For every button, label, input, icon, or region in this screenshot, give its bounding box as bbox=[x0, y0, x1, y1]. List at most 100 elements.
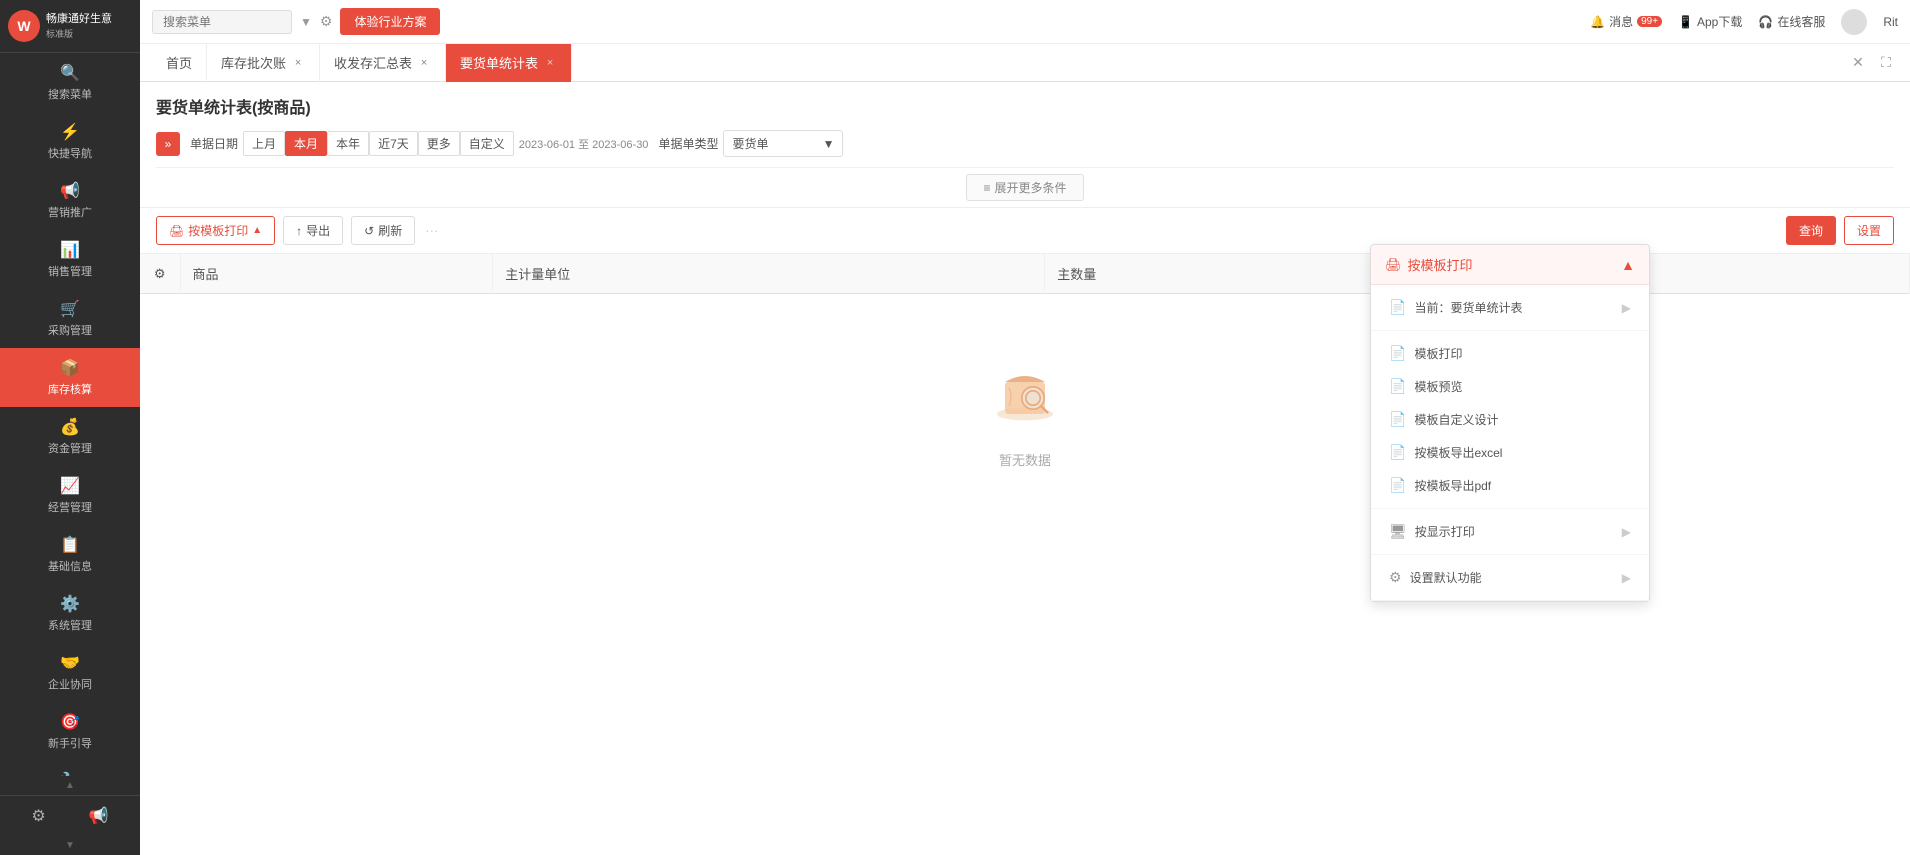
basic-icon: 📋 bbox=[60, 535, 80, 555]
print-item-label-template-print: 模板打印 bbox=[1414, 345, 1462, 362]
topbar-gear-icon[interactable]: ⚙ bbox=[320, 13, 333, 30]
date-filter-group: 单据日期 上月本月本年近7天更多自定义 2023-06-01 至 2023-06… bbox=[190, 131, 648, 156]
tab-close-order-stat[interactable]: × bbox=[543, 56, 557, 70]
current-template-item[interactable]: 📄 当前：要货单统计表 ▶ bbox=[1371, 291, 1649, 324]
sidebar-label-search: 搜索菜单 bbox=[48, 86, 92, 102]
app-download-item[interactable]: 📱 App下载 bbox=[1678, 13, 1742, 30]
sidebar-item-operation[interactable]: 📈经营管理 bbox=[0, 466, 140, 525]
date-btn-近7天[interactable]: 近7天 bbox=[369, 131, 418, 156]
date-btn-上月[interactable]: 上月 bbox=[243, 131, 285, 156]
arrow-right-icon: ▶ bbox=[1622, 525, 1631, 539]
print-menu-item-template-custom[interactable]: 📄模板自定义设计 bbox=[1371, 403, 1649, 436]
sidebar-item-finance[interactable]: 💰资金管理 bbox=[0, 407, 140, 466]
print-dropdown: 🖨 按模板打印 ▲ 📄 当前：要货单统计表 ▶ 📄模板打印📄模板预览📄模板自定义… bbox=[1370, 244, 1650, 602]
eye-icon: 📄 bbox=[1389, 378, 1406, 395]
set-default-item[interactable]: ⚙ 设置默认功能 ▶ bbox=[1371, 561, 1649, 594]
expand-window-btn[interactable]: ⛶ bbox=[1874, 51, 1898, 75]
sidebar-nav: 🔍搜索菜单⚡快捷导航 📢 营销推广 📊销售管理 🛒 采购管理 📦库存核算💰资金管理📈经营管理… bbox=[0, 53, 140, 776]
phone-icon: 📱 bbox=[1678, 15, 1693, 29]
tab-summary[interactable]: 收发存汇总表× bbox=[320, 44, 446, 82]
sidebar-label-sales: 销售管理 bbox=[48, 263, 92, 279]
scroll-down-arrow[interactable]: ▼ bbox=[65, 840, 75, 851]
print-dropdown-title-text: 按模板打印 bbox=[1408, 255, 1473, 274]
sidebar-item-system[interactable]: ⚙️系统管理 bbox=[0, 584, 140, 643]
topbar-right: 🔔 消息 99+ 📱 App下载 🎧 在线客服 Rit bbox=[1590, 9, 1898, 35]
display-print-item[interactable]: 🖥 按显示打印 ▶ bbox=[1371, 515, 1649, 548]
filter-bar: » 单据日期 上月本月本年近7天更多自定义 2023-06-01 至 2023-… bbox=[156, 130, 1894, 167]
sidebar-item-basic[interactable]: 📋 基础信息 bbox=[0, 525, 140, 584]
search-input[interactable] bbox=[152, 10, 292, 34]
expand-icon: ≡ bbox=[983, 181, 990, 195]
settings-btn[interactable]: 设置 bbox=[1844, 216, 1894, 245]
industry-btn[interactable]: 体验行业方案 bbox=[340, 8, 440, 35]
avatar[interactable] bbox=[1841, 9, 1867, 35]
refresh-btn[interactable]: ↺ 刷新 bbox=[351, 216, 415, 245]
print-dropdown-close-icon[interactable]: ▲ bbox=[1621, 257, 1635, 273]
sidebar-item-marketing-promo[interactable]: 📢 营销推广 bbox=[0, 171, 140, 230]
sidebar-item-inventory[interactable]: 📦库存核算 bbox=[0, 348, 140, 407]
date-btn-更多[interactable]: 更多 bbox=[418, 131, 460, 156]
close-window-btn[interactable]: ✕ bbox=[1846, 51, 1870, 75]
gear2-icon: ⚙ bbox=[1389, 569, 1402, 586]
sidebar-label-basic: 基础信息 bbox=[48, 558, 92, 574]
empty-icon bbox=[985, 354, 1065, 434]
sidebar-item-shortcut[interactable]: ⚡快捷导航 bbox=[0, 112, 140, 171]
online-service-item[interactable]: 🎧 在线客服 bbox=[1758, 13, 1825, 30]
expand-more-btn[interactable]: ≡ 展开更多条件 bbox=[966, 174, 1083, 201]
date-btn-本年[interactable]: 本年 bbox=[327, 131, 369, 156]
print-dropdown-header: 🖨 按模板打印 ▲ bbox=[1371, 245, 1649, 285]
print-menu-item-template-export-excel[interactable]: 📄按模板导出excel bbox=[1371, 436, 1649, 469]
notification-item[interactable]: 🔔 消息 99+ bbox=[1590, 13, 1662, 30]
marketing-promo-icon: 📢 bbox=[60, 181, 80, 201]
purchase-icon: 🛒 bbox=[60, 299, 80, 319]
collab-icon: 🤝 bbox=[60, 653, 80, 673]
print-menu-item-template-preview[interactable]: 📄模板预览 bbox=[1371, 370, 1649, 403]
date-btn-本月[interactable]: 本月 bbox=[285, 131, 327, 156]
online-service-label: 在线客服 bbox=[1777, 13, 1825, 30]
display-print-section: 🖥 按显示打印 ▶ bbox=[1371, 509, 1649, 555]
sidebar-label-shortcut: 快捷导航 bbox=[48, 145, 92, 161]
bell-icon: 🔔 bbox=[1590, 15, 1605, 29]
sound-icon[interactable]: 📢 bbox=[89, 806, 109, 826]
print-template-btn[interactable]: 🖨 按模板打印 ▲ bbox=[156, 216, 275, 245]
logo-icon: W bbox=[8, 10, 40, 42]
tab-close-summary[interactable]: × bbox=[417, 56, 431, 70]
sidebar-item-guide[interactable]: 🎯新手引导 bbox=[0, 702, 140, 761]
sidebar-label-guide: 新手引导 bbox=[48, 735, 92, 751]
tab-home[interactable]: 首页 bbox=[152, 44, 207, 82]
sidebar-label-inventory: 库存核算 bbox=[48, 381, 92, 397]
sidebar-item-sales[interactable]: 📊销售管理 bbox=[0, 230, 140, 289]
print-item-label-template-export-excel: 按模板导出excel bbox=[1414, 444, 1502, 461]
tab-close-batch[interactable]: × bbox=[291, 56, 305, 70]
chevron-right-icon: ▶ bbox=[1622, 301, 1631, 315]
display-print-label: 按显示打印 bbox=[1415, 523, 1475, 540]
sidebar-item-search[interactable]: 🔍搜索菜单 bbox=[0, 53, 140, 112]
export-btn[interactable]: ↑ 导出 bbox=[283, 216, 343, 245]
col-header-2: 主计量单位 bbox=[493, 254, 1045, 294]
sidebar-label-marketing-promo: 营销推广 bbox=[48, 204, 92, 220]
print-menu-item-template-print[interactable]: 📄模板打印 bbox=[1371, 337, 1649, 370]
print-dropdown-title: 🖨 按模板打印 bbox=[1385, 255, 1473, 274]
sidebar-item-purchase[interactable]: 🛒 采购管理 bbox=[0, 289, 140, 348]
print-menu-item-template-export-pdf[interactable]: 📄按模板导出pdf bbox=[1371, 469, 1649, 502]
page-header: 要货单统计表(按商品) » 单据日期 上月本月本年近7天更多自定义 2023-0… bbox=[140, 82, 1910, 208]
settings-icon[interactable]: ⚙ bbox=[31, 806, 45, 826]
settings-col-icon[interactable]: ⚙ bbox=[154, 266, 166, 281]
sidebar-label-purchase: 采购管理 bbox=[48, 322, 92, 338]
tab-order-stat[interactable]: 要货单统计表× bbox=[446, 44, 572, 82]
sidebar-item-collab[interactable]: 🤝企业协同 bbox=[0, 643, 140, 702]
export-icon: ↑ bbox=[296, 224, 302, 238]
sidebar-item-apps[interactable]: 🔧应用中心 bbox=[0, 761, 140, 776]
system-icon: ⚙️ bbox=[60, 594, 80, 614]
query-btn[interactable]: 查询 bbox=[1786, 216, 1836, 245]
scroll-up-arrow[interactable]: ▲ bbox=[65, 780, 75, 791]
refresh-label: 刷新 bbox=[378, 222, 402, 239]
date-btn-自定义[interactable]: 自定义 bbox=[460, 131, 514, 156]
topbar-dropdown-icon[interactable]: ▼ bbox=[300, 15, 312, 29]
print-current-section: 📄 当前：要货单统计表 ▶ bbox=[1371, 285, 1649, 331]
tab-batch[interactable]: 库存批次账× bbox=[207, 44, 320, 82]
content-area: 要货单统计表(按商品) » 单据日期 上月本月本年近7天更多自定义 2023-0… bbox=[140, 82, 1910, 855]
chevron-up-icon: ▲ bbox=[252, 225, 262, 236]
type-select[interactable]: 要货单 ▼ bbox=[723, 130, 843, 157]
filter-toggle-btn[interactable]: » bbox=[156, 132, 180, 156]
